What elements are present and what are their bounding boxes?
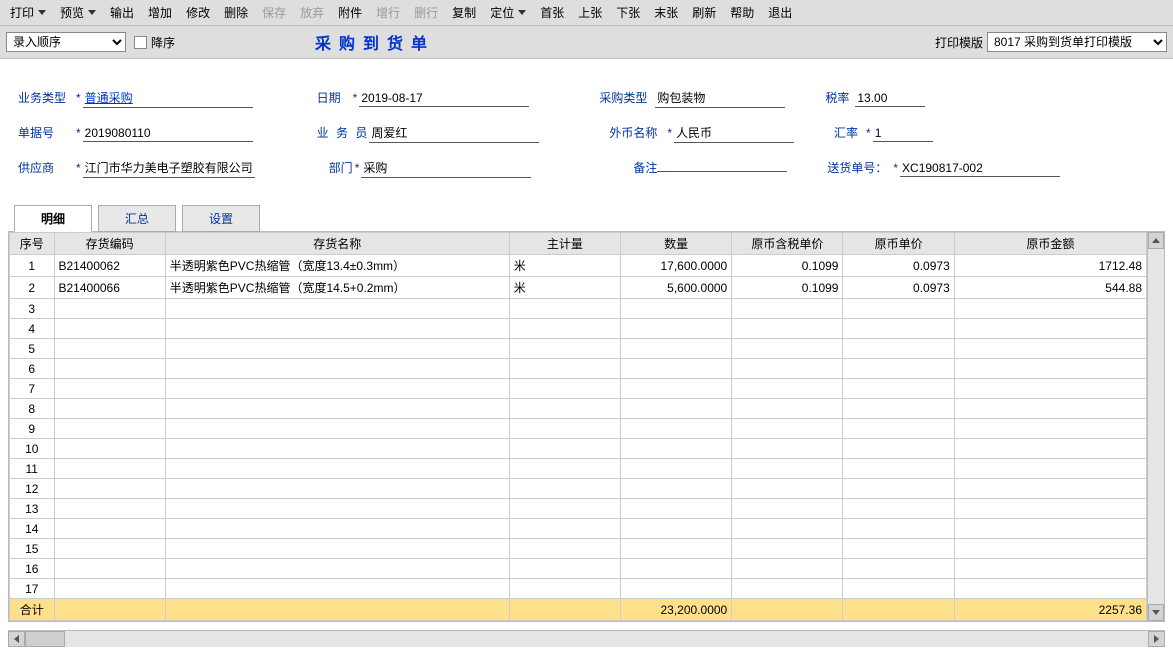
- field-exch-rate[interactable]: 汇率* 1: [834, 124, 933, 143]
- field-currency[interactable]: 外币名称* 人民币: [609, 124, 794, 143]
- toolbar-下张[interactable]: 下张: [610, 2, 646, 23]
- dropdown-icon: [38, 10, 46, 15]
- table-row[interactable]: 8: [10, 399, 1147, 419]
- order-select[interactable]: 录入顺序: [6, 32, 126, 52]
- table-row[interactable]: 6: [10, 359, 1147, 379]
- table-row[interactable]: 3: [10, 299, 1147, 319]
- toolbar-复制[interactable]: 复制: [446, 2, 482, 23]
- table-row[interactable]: 7: [10, 379, 1147, 399]
- table-row[interactable]: 16: [10, 559, 1147, 579]
- toolbar-附件[interactable]: 附件: [332, 2, 368, 23]
- form-area: 业务类型* 普通采购 日期* 2019-08-17 采购类型 购包装物 税率 1…: [0, 59, 1173, 204]
- col-code[interactable]: 存货编码: [54, 233, 165, 255]
- table-row[interactable]: 1B21400062半透明紫色PVC热缩管（宽度13.4±0.3mm）米17,6…: [10, 255, 1147, 277]
- dropdown-icon: [88, 10, 96, 15]
- field-biz-type[interactable]: 业务类型* 普通采购: [18, 89, 253, 108]
- col-name[interactable]: 存货名称: [165, 233, 509, 255]
- print-template-select[interactable]: 8017 采购到货单打印模版: [987, 32, 1167, 52]
- toolbar-删行: 删行: [408, 2, 444, 23]
- table-row[interactable]: 15: [10, 539, 1147, 559]
- tab-summary[interactable]: 汇总: [98, 205, 176, 232]
- table-row[interactable]: 5: [10, 339, 1147, 359]
- field-doc-no[interactable]: 单据号* 2019080110: [18, 124, 253, 143]
- toolbar-增行: 增行: [370, 2, 406, 23]
- toolbar-预览[interactable]: 预览: [54, 2, 102, 23]
- data-grid[interactable]: 序号 存货编码 存货名称 主计量 数量 原币含税单价 原币单价 原币金额 1B2…: [9, 232, 1147, 621]
- table-row[interactable]: 9: [10, 419, 1147, 439]
- scroll-up-icon[interactable]: [1148, 232, 1164, 249]
- dropdown-icon: [518, 10, 526, 15]
- scroll-right-icon[interactable]: [1148, 631, 1165, 647]
- field-dept[interactable]: 部门* 采购: [319, 159, 532, 178]
- table-row[interactable]: 12: [10, 479, 1147, 499]
- col-price[interactable]: 原币单价: [843, 233, 954, 255]
- desc-label: 降序: [151, 34, 175, 51]
- toolbar-首张[interactable]: 首张: [534, 2, 570, 23]
- toolbar-输出[interactable]: 输出: [104, 2, 140, 23]
- toolbar-退出[interactable]: 退出: [762, 2, 798, 23]
- toolbar-上张[interactable]: 上张: [572, 2, 608, 23]
- col-amount[interactable]: 原币金额: [954, 233, 1146, 255]
- toolbar-保存: 保存: [256, 2, 292, 23]
- table-row[interactable]: 2B21400066半透明紫色PVC热缩管（宽度14.5+0.2mm）米5,60…: [10, 277, 1147, 299]
- col-taxprice[interactable]: 原币含税单价: [732, 233, 843, 255]
- tab-detail[interactable]: 明细: [14, 205, 92, 232]
- print-template-label: 打印模版: [935, 34, 983, 51]
- toolbar-刷新[interactable]: 刷新: [686, 2, 722, 23]
- desc-checkbox[interactable]: [134, 36, 147, 49]
- toolbar-帮助[interactable]: 帮助: [724, 2, 760, 23]
- scroll-down-icon[interactable]: [1148, 604, 1164, 621]
- toolbar-放弃: 放弃: [294, 2, 330, 23]
- col-uom[interactable]: 主计量: [509, 233, 620, 255]
- toolbar-增加[interactable]: 增加: [142, 2, 178, 23]
- field-purchase-type[interactable]: 采购类型 购包装物: [599, 89, 785, 108]
- tab-settings[interactable]: 设置: [182, 205, 260, 232]
- tabs: 明细 汇总 设置: [14, 205, 1173, 232]
- scroll-thumb[interactable]: [25, 631, 65, 647]
- horizontal-scrollbar[interactable]: [8, 630, 1165, 647]
- grid-container: 序号 存货编码 存货名称 主计量 数量 原币含税单价 原币单价 原币金额 1B2…: [8, 231, 1165, 622]
- field-delivery-no[interactable]: 送货单号：* XC190817-002: [827, 159, 1060, 178]
- field-supplier[interactable]: 供应商* 江门市华力美电子塑胶有限公司: [18, 159, 255, 178]
- main-toolbar: 打印预览输出增加修改删除保存放弃附件增行删行复制定位首张上张下张末张刷新帮助退出: [0, 0, 1173, 26]
- toolbar-修改[interactable]: 修改: [180, 2, 216, 23]
- field-remark[interactable]: 备注: [601, 159, 787, 178]
- table-row[interactable]: 11: [10, 459, 1147, 479]
- grid-header-row: 序号 存货编码 存货名称 主计量 数量 原币含税单价 原币单价 原币金额: [10, 233, 1147, 255]
- scroll-left-icon[interactable]: [8, 631, 25, 647]
- table-row[interactable]: 17: [10, 579, 1147, 599]
- field-tax-rate[interactable]: 税率 13.00: [825, 89, 925, 108]
- table-row[interactable]: 13: [10, 499, 1147, 519]
- col-seq[interactable]: 序号: [10, 233, 55, 255]
- col-qty[interactable]: 数量: [620, 233, 731, 255]
- grid-total-row: 合计 23,200.0000 2257.36: [10, 599, 1147, 621]
- toolbar-删除[interactable]: 删除: [218, 2, 254, 23]
- field-clerk[interactable]: 业 务 员 周爱红: [317, 124, 540, 143]
- page-title: 采购到货单: [315, 30, 435, 54]
- toolbar-打印[interactable]: 打印: [4, 2, 52, 23]
- sub-toolbar: 录入顺序 降序 采购到货单 打印模版 8017 采购到货单打印模版: [0, 26, 1173, 59]
- vertical-scrollbar[interactable]: [1147, 232, 1164, 621]
- toolbar-定位[interactable]: 定位: [484, 2, 532, 23]
- table-row[interactable]: 14: [10, 519, 1147, 539]
- field-date[interactable]: 日期* 2019-08-17: [317, 89, 530, 108]
- table-row[interactable]: 4: [10, 319, 1147, 339]
- table-row[interactable]: 10: [10, 439, 1147, 459]
- toolbar-末张[interactable]: 末张: [648, 2, 684, 23]
